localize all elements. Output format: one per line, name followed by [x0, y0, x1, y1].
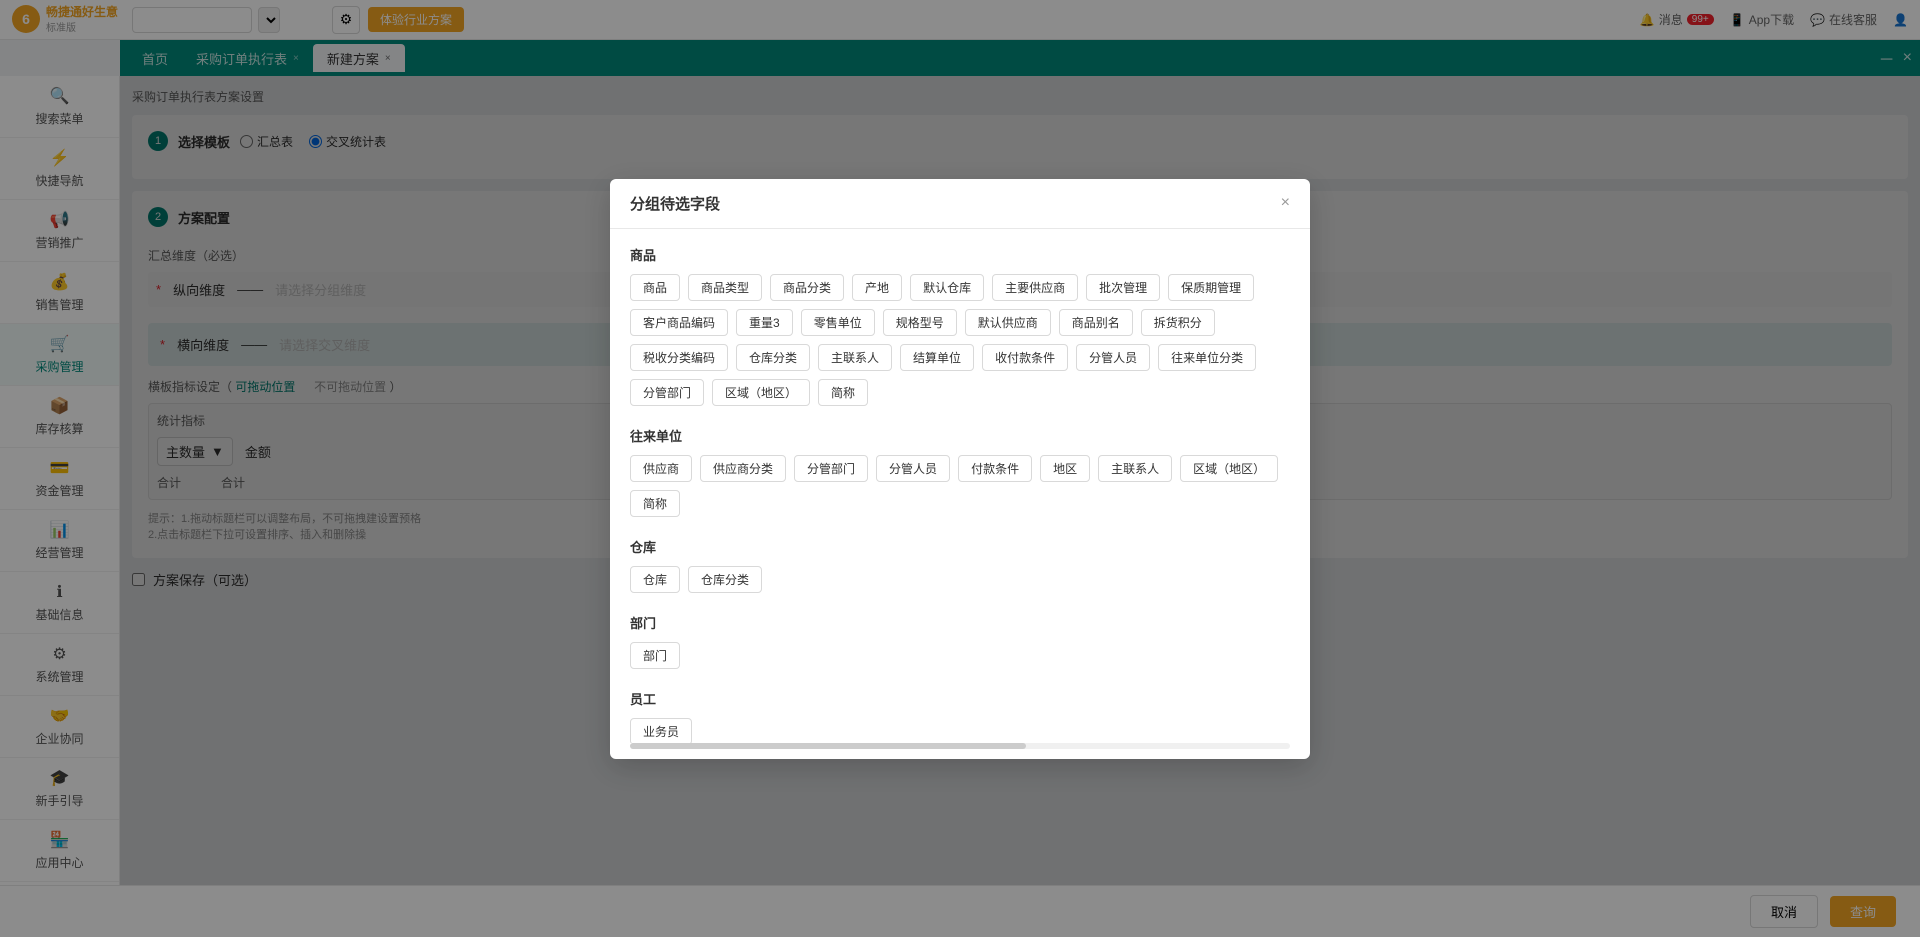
- field-warehouse-category[interactable]: 仓库分类: [736, 344, 810, 371]
- field-warehouse[interactable]: 仓库: [630, 566, 680, 593]
- field-origin[interactable]: 产地: [852, 274, 902, 301]
- modal-close-button[interactable]: ×: [1281, 195, 1290, 211]
- section-department: 部门 部门: [630, 613, 1290, 669]
- section-goods-title: 商品: [630, 245, 1290, 264]
- field-supplier[interactable]: 供应商: [630, 455, 692, 482]
- field-payment-condition[interactable]: 付款条件: [958, 455, 1032, 482]
- section-warehouse-title: 仓库: [630, 537, 1290, 556]
- modal-body: 商品 商品 商品类型 商品分类 产地 默认仓库 主要供应商 批次管理 保质期管理…: [610, 229, 1310, 743]
- field-supplier-category[interactable]: 供应商分类: [700, 455, 786, 482]
- field-goods-category[interactable]: 商品分类: [770, 274, 844, 301]
- field-weight3[interactable]: 重量3: [736, 309, 793, 336]
- field-split-points[interactable]: 拆货积分: [1141, 309, 1215, 336]
- modal-title: 分组待选字段: [630, 193, 720, 214]
- field-partner-abbrev[interactable]: 简称: [630, 490, 680, 517]
- field-abbrev[interactable]: 简称: [818, 379, 868, 406]
- field-partner-supervisor[interactable]: 分管人员: [876, 455, 950, 482]
- field-salesperson[interactable]: 业务员: [630, 718, 692, 743]
- field-goods-type[interactable]: 商品类型: [688, 274, 762, 301]
- field-main-contact[interactable]: 主联系人: [818, 344, 892, 371]
- field-payment-terms[interactable]: 收付款条件: [982, 344, 1068, 371]
- section-dept-title: 部门: [630, 613, 1290, 632]
- section-staff: 员工 业务员: [630, 689, 1290, 743]
- field-partner-dept[interactable]: 分管部门: [794, 455, 868, 482]
- staff-field-tags: 业务员: [630, 718, 1290, 743]
- partner-field-tags: 供应商 供应商分类 分管部门 分管人员 付款条件 地区 主联系人 区域（地区） …: [630, 455, 1290, 517]
- section-goods: 商品 商品 商品类型 商品分类 产地 默认仓库 主要供应商 批次管理 保质期管理…: [630, 245, 1290, 406]
- field-goods[interactable]: 商品: [630, 274, 680, 301]
- modal-header: 分组待选字段 ×: [610, 179, 1310, 229]
- field-batch-mgmt[interactable]: 批次管理: [1086, 274, 1160, 301]
- field-expiry-mgmt[interactable]: 保质期管理: [1168, 274, 1254, 301]
- field-select-modal: 分组待选字段 × 商品 商品 商品类型 商品分类 产地 默认仓库 主要供应商 批…: [610, 179, 1310, 759]
- dept-field-tags: 部门: [630, 642, 1290, 669]
- modal-overlay: 分组待选字段 × 商品 商品 商品类型 商品分类 产地 默认仓库 主要供应商 批…: [0, 0, 1920, 937]
- field-retail-unit[interactable]: 零售单位: [801, 309, 875, 336]
- field-spec-model[interactable]: 规格型号: [883, 309, 957, 336]
- section-warehouse: 仓库 仓库 仓库分类: [630, 537, 1290, 593]
- field-partner-region[interactable]: 区域（地区）: [1180, 455, 1278, 482]
- section-partner-title: 往来单位: [630, 426, 1290, 445]
- field-department[interactable]: 部门: [630, 642, 680, 669]
- hscroll-thumb: [630, 743, 1026, 749]
- field-warehouse-cat[interactable]: 仓库分类: [688, 566, 762, 593]
- section-partner: 往来单位 供应商 供应商分类 分管部门 分管人员 付款条件 地区 主联系人 区域…: [630, 426, 1290, 517]
- field-tax-code[interactable]: 税收分类编码: [630, 344, 728, 371]
- section-staff-title: 员工: [630, 689, 1290, 708]
- field-supervisor[interactable]: 分管人员: [1076, 344, 1150, 371]
- field-default-supplier[interactable]: 默认供应商: [965, 309, 1051, 336]
- field-default-warehouse[interactable]: 默认仓库: [910, 274, 984, 301]
- modal-horizontal-scrollbar[interactable]: [630, 743, 1290, 749]
- goods-field-tags: 商品 商品类型 商品分类 产地 默认仓库 主要供应商 批次管理 保质期管理 客户…: [630, 274, 1290, 406]
- field-area[interactable]: 地区: [1040, 455, 1090, 482]
- field-main-supplier[interactable]: 主要供应商: [992, 274, 1078, 301]
- field-settlement-unit[interactable]: 结算单位: [900, 344, 974, 371]
- field-region[interactable]: 区域（地区）: [712, 379, 810, 406]
- field-customer-code[interactable]: 客户商品编码: [630, 309, 728, 336]
- field-dept[interactable]: 分管部门: [630, 379, 704, 406]
- field-partner-contact[interactable]: 主联系人: [1098, 455, 1172, 482]
- warehouse-field-tags: 仓库 仓库分类: [630, 566, 1290, 593]
- field-partner-category[interactable]: 往来单位分类: [1158, 344, 1256, 371]
- field-goods-alias[interactable]: 商品别名: [1059, 309, 1133, 336]
